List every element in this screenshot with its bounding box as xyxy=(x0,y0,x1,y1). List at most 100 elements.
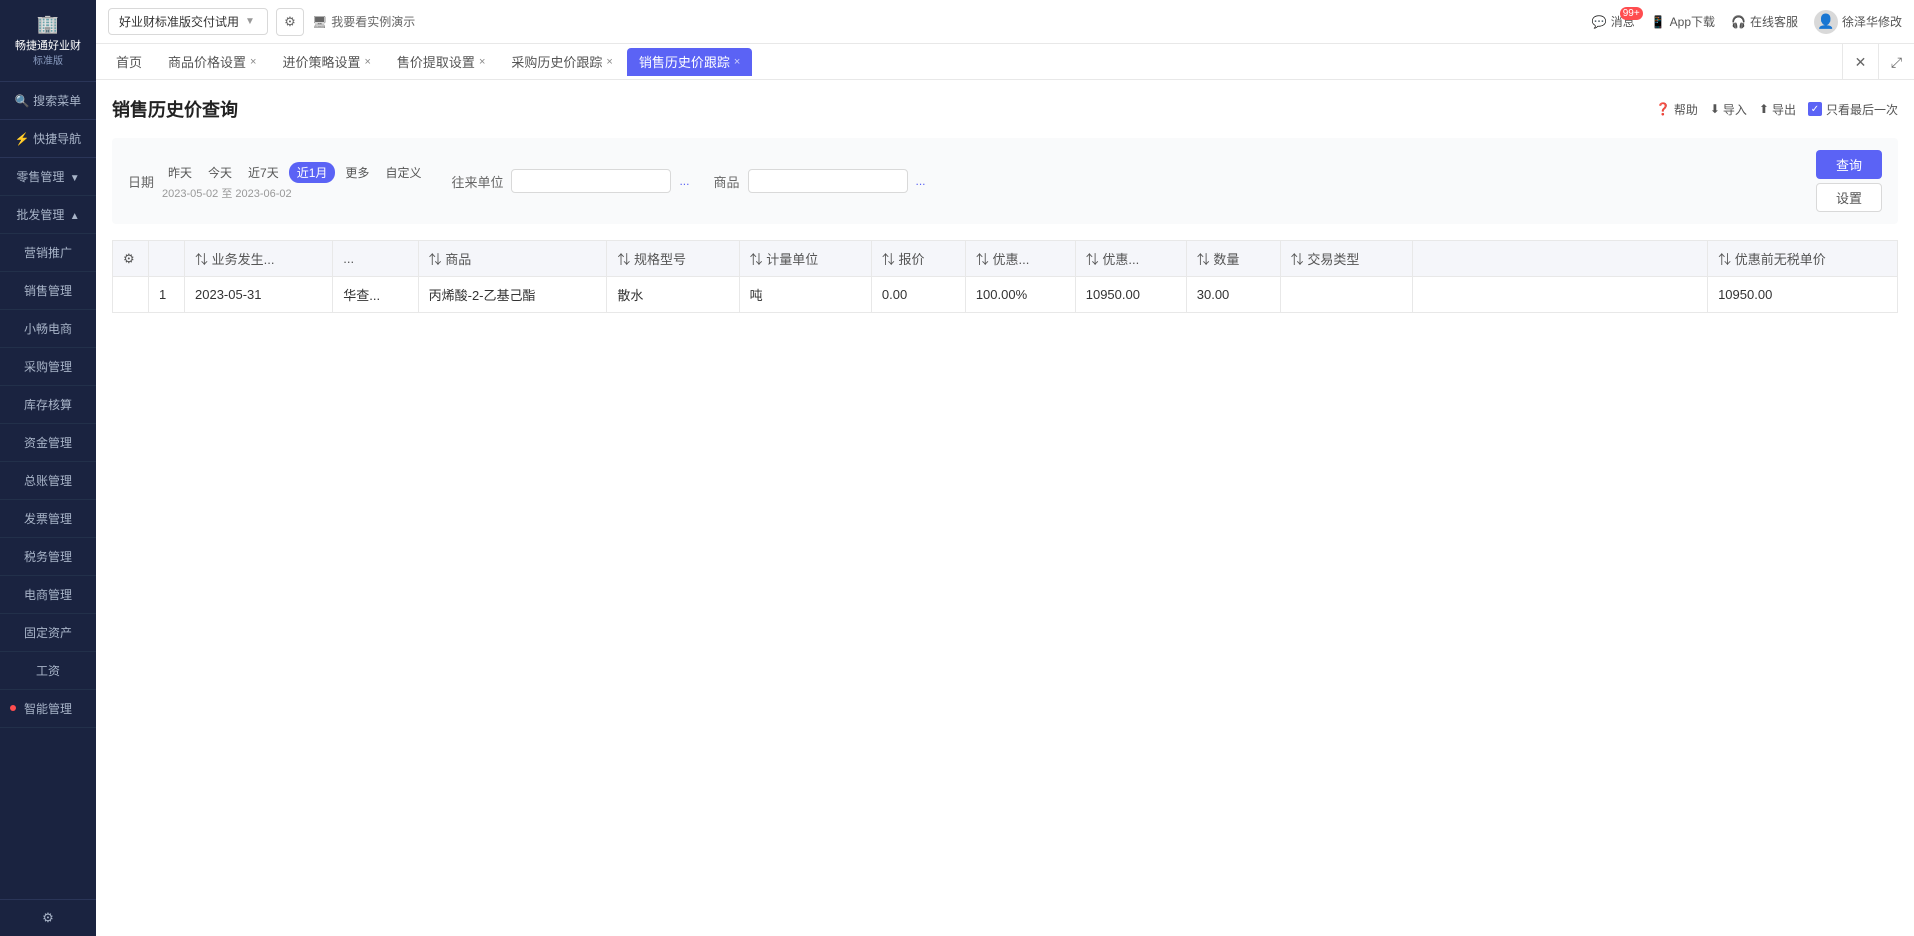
sidebar-item-assets[interactable]: 固定资产 xyxy=(0,614,96,652)
sidebar-quick-nav[interactable]: ⚡ 快捷导航 xyxy=(0,120,96,158)
message-btn[interactable]: 💬 消息 99+ xyxy=(1592,13,1635,30)
tab-price-close[interactable]: × xyxy=(250,56,256,68)
settings-btn[interactable]: 设置 xyxy=(1816,183,1882,212)
more-date-btn[interactable]: 更多 xyxy=(339,162,375,183)
page-actions: ❓ 帮助 ⬇ 导入 ⬆ 导出 ✓ 只看最后一次 xyxy=(1656,101,1898,118)
only-last-checkbox[interactable]: ✓ 只看最后一次 xyxy=(1808,101,1898,118)
price-label: 报价 xyxy=(899,252,925,267)
date-shortcuts-row: 昨天 今天 近7天 近1月 更多 自定义 xyxy=(162,162,427,183)
col-quantity[interactable]: ⇅ 数量 xyxy=(1186,241,1280,277)
sidebar-item-wholesale[interactable]: 批发管理 ▲ xyxy=(0,196,96,234)
wholesale-arrow: ▲ xyxy=(70,211,80,222)
goods-more-btn[interactable]: ... xyxy=(916,174,926,188)
sidebar-item-tax[interactable]: 税务管理 xyxy=(0,538,96,576)
sidebar-item-purchase[interactable]: 采购管理 xyxy=(0,348,96,386)
workspace-settings-btn[interactable]: ⚙ xyxy=(276,8,304,36)
col-biz-date[interactable]: ⇅ 业务发生... xyxy=(185,241,333,277)
goods-label: 商品 xyxy=(713,172,739,191)
col-discount-amt[interactable]: ⇅ 优惠... xyxy=(1075,241,1186,277)
export-btn[interactable]: ⬆ 导出 xyxy=(1759,101,1796,118)
col-discount-pct[interactable]: ⇅ 优惠... xyxy=(965,241,1075,277)
unit-sort-icon: ⇅ xyxy=(750,252,763,267)
sidebar-item-ecommerce[interactable]: 电商管理 xyxy=(0,576,96,614)
pretax-price-label: 优惠前无税单价 xyxy=(1735,252,1826,267)
query-btn[interactable]: 查询 xyxy=(1816,150,1882,179)
tabs-bar: 首页 商品价格设置 × 进价策略设置 × 售价提取设置 × 采购历史价跟踪 × … xyxy=(96,44,1914,80)
message-icon: 💬 xyxy=(1592,15,1607,29)
col-pretax-price[interactable]: ⇅ 优惠前无税单价 xyxy=(1708,241,1898,277)
sidebar-search-menu[interactable]: 🔍 搜索菜单 xyxy=(0,82,96,120)
col-price[interactable]: ⇅ 报价 xyxy=(871,241,965,277)
demo-link[interactable]: 🖥 我要看实例演示 xyxy=(312,13,415,30)
from-unit-more-btn[interactable]: ... xyxy=(679,174,689,188)
tab-sales-history[interactable]: 销售历史价跟踪 × xyxy=(627,48,752,76)
custom-date-btn[interactable]: 自定义 xyxy=(379,162,427,183)
row-trade-type xyxy=(1280,277,1412,313)
window-controls: ✕ ⤢ xyxy=(1842,44,1914,80)
yesterday-btn[interactable]: 昨天 xyxy=(162,162,198,183)
from-unit-input[interactable] xyxy=(511,169,671,193)
sidebar-item-finance[interactable]: 资金管理 xyxy=(0,424,96,462)
sidebar-item-smart[interactable]: 智能管理 xyxy=(0,690,96,728)
sidebar-settings-btn[interactable]: ⚙ xyxy=(0,899,96,936)
row-settings-cell xyxy=(113,277,149,313)
workspace-selector[interactable]: 好业财标准版交付试用 ▼ xyxy=(108,8,268,35)
tab-purchase-history[interactable]: 采购历史价跟踪 × xyxy=(499,48,624,76)
col-unit[interactable]: ⇅ 计量单位 xyxy=(739,241,871,277)
content-area: 销售历史价查询 ❓ 帮助 ⬇ 导入 ⬆ 导出 ✓ 只看最后一次 xyxy=(96,80,1914,936)
goods-filter-group: 商品 ... xyxy=(713,169,925,193)
goods-input[interactable] xyxy=(748,169,908,193)
tab-extract-close[interactable]: × xyxy=(479,56,485,68)
sidebar-item-salary[interactable]: 工资 xyxy=(0,652,96,690)
window-close-btn[interactable]: ✕ xyxy=(1842,44,1878,80)
today-btn[interactable]: 今天 xyxy=(202,162,238,183)
settings-icon: ⚙ xyxy=(42,910,54,925)
col-trade-type[interactable]: ⇅ 交易类型 xyxy=(1280,241,1412,277)
smart-label: 智能管理 xyxy=(24,702,72,716)
import-btn[interactable]: ⬇ 导入 xyxy=(1710,101,1747,118)
app-label: App下载 xyxy=(1670,13,1715,30)
row-spacer xyxy=(1412,277,1707,313)
tab-purchase-history-close[interactable]: × xyxy=(606,56,612,68)
tab-strategy-close[interactable]: × xyxy=(364,56,370,68)
1month-btn[interactable]: 近1月 xyxy=(289,162,336,183)
goods-sort-icon: ⇅ xyxy=(429,252,442,267)
tab-home[interactable]: 首页 xyxy=(104,48,154,76)
filter-actions: 查询 设置 xyxy=(1816,150,1882,212)
user-menu[interactable]: 👤 徐泽华修改 xyxy=(1814,10,1902,34)
row-spec: 散水 xyxy=(607,277,739,313)
col-more[interactable]: ... xyxy=(333,241,418,277)
import-label: 导入 xyxy=(1723,101,1747,118)
col-spec[interactable]: ⇅ 规格型号 xyxy=(607,241,739,277)
app-download-btn[interactable]: 📱 App下载 xyxy=(1651,13,1715,30)
app-logo: 🏢 畅捷通好业财 标准版 xyxy=(0,0,96,82)
col-settings[interactable]: ⚙ xyxy=(113,241,149,277)
main-area: 好业财标准版交付试用 ▼ ⚙ 🖥 我要看实例演示 💬 消息 99+ 📱 App下… xyxy=(96,0,1914,936)
date-filter-group: 日期 昨天 今天 近7天 近1月 更多 自定义 2023-05-02 至 202… xyxy=(128,162,427,201)
marketing-label: 营销推广 xyxy=(24,246,72,260)
tab-price[interactable]: 商品价格设置 × xyxy=(156,48,268,76)
trade-type-label: 交易类型 xyxy=(1307,252,1359,267)
phone-icon: 📱 xyxy=(1651,15,1666,29)
tab-strategy[interactable]: 进价策略设置 × xyxy=(270,48,382,76)
tab-sales-history-close[interactable]: × xyxy=(734,56,740,68)
discount-amt-label: 优惠... xyxy=(1102,252,1139,267)
top-bar: 好业财标准版交付试用 ▼ ⚙ 🖥 我要看实例演示 💬 消息 99+ 📱 App下… xyxy=(96,0,1914,44)
sidebar-item-accounting[interactable]: 总账管理 xyxy=(0,462,96,500)
logo-text-line1: 畅捷通好业财 xyxy=(8,39,88,54)
sidebar-item-inventory[interactable]: 库存核算 xyxy=(0,386,96,424)
sidebar-item-invoice[interactable]: 发票管理 xyxy=(0,500,96,538)
invoice-label: 发票管理 xyxy=(24,512,72,526)
sidebar-item-retail[interactable]: 零售管理 ▼ xyxy=(0,158,96,196)
sidebar-item-sales[interactable]: 销售管理 xyxy=(0,272,96,310)
window-maximize-btn[interactable]: ⤢ xyxy=(1878,44,1914,80)
help-btn[interactable]: ❓ 帮助 xyxy=(1656,101,1698,118)
sidebar-item-marketing[interactable]: 营销推广 xyxy=(0,234,96,272)
price-sort-icon: ⇅ xyxy=(882,252,895,267)
7days-btn[interactable]: 近7天 xyxy=(242,162,285,183)
help-icon: ❓ xyxy=(1656,102,1671,116)
sidebar-item-ecommerce-small[interactable]: 小畅电商 xyxy=(0,310,96,348)
tab-extract[interactable]: 售价提取设置 × xyxy=(385,48,497,76)
col-goods[interactable]: ⇅ 商品 xyxy=(418,241,607,277)
customer-service-btn[interactable]: 🎧 在线客服 xyxy=(1731,13,1798,30)
